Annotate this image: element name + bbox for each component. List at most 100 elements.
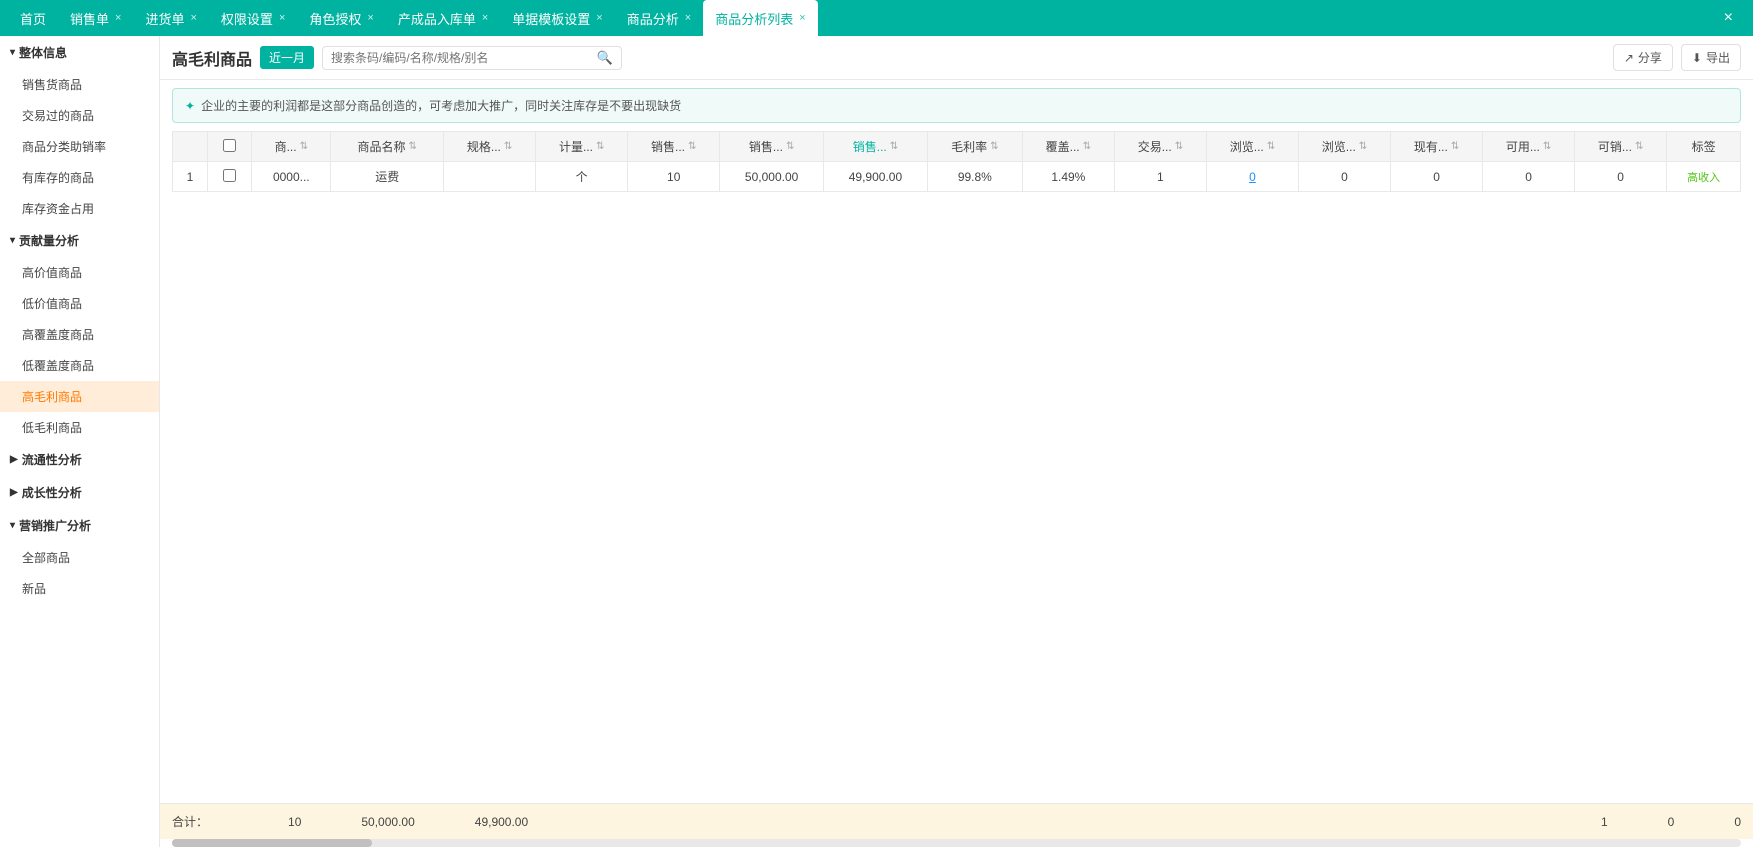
nav-home[interactable]: 首页 (8, 0, 58, 36)
col-name[interactable]: 商品名称 ⇅ (331, 132, 444, 162)
sidebar-group-contribution[interactable]: ▾ 贡献量分析 (0, 224, 159, 257)
cell-stock1: 0 (1391, 162, 1483, 192)
export-icon: ⬇ (1692, 51, 1702, 65)
sidebar-group-marketing[interactable]: ▾ 营销推广分析 (0, 509, 159, 542)
col-stock1[interactable]: 现有... ⇅ (1391, 132, 1483, 162)
nav-product-analysis[interactable]: 商品分析 × (615, 0, 703, 36)
sidebar-item-high-value[interactable]: 高价值商品 (0, 257, 159, 288)
col-unit-sort-icon: ⇅ (596, 141, 604, 152)
col-browse1[interactable]: 浏览... ⇅ (1206, 132, 1298, 162)
sidebar-item-new-goods[interactable]: 新品 (0, 573, 159, 604)
marketing-arrow-icon: ▾ (10, 520, 15, 531)
sidebar-group-growth[interactable]: ▶ 成长性分析 (0, 476, 159, 509)
col-gross-rate-sort-icon: ⇅ (990, 141, 998, 152)
search-icon[interactable]: 🔍 (597, 50, 613, 66)
content-header: 高毛利商品 近一月 🔍 ↗ 分享 ⬇ 导出 (160, 36, 1753, 80)
data-table: 商... ⇅ 商品名称 ⇅ 规格... (172, 131, 1741, 192)
nav-product-analysis-list-close[interactable]: × (799, 12, 805, 24)
search-box: 🔍 (322, 46, 622, 70)
export-button[interactable]: ⬇ 导出 (1681, 44, 1741, 71)
nav-sales-order-close[interactable]: × (115, 12, 121, 24)
share-button[interactable]: ↗ 分享 (1613, 44, 1673, 71)
footer-stock2: 0 (1734, 815, 1741, 829)
col-coverage[interactable]: 覆盖... ⇅ (1022, 132, 1114, 162)
footer-label: 合计： (172, 813, 208, 830)
nav-template-settings-close[interactable]: × (596, 12, 602, 24)
top-navigation: 首页 销售单 × 进货单 × 权限设置 × 角色授权 × 产成品入库单 × 单据… (0, 0, 1753, 36)
sidebar-item-low-coverage[interactable]: 低覆盖度商品 (0, 350, 159, 381)
col-stock2-sort-icon: ⇅ (1543, 141, 1551, 152)
col-tag[interactable]: 标签 (1667, 132, 1741, 162)
sidebar-item-low-value[interactable]: 低价值商品 (0, 288, 159, 319)
col-sales3[interactable]: 销售... ⇅ (824, 132, 928, 162)
cell-browse1[interactable]: 0 (1206, 162, 1298, 192)
sidebar-item-low-margin[interactable]: 低毛利商品 (0, 412, 159, 443)
col-transaction-sort-icon: ⇅ (1175, 141, 1183, 152)
nav-purchase-order-close[interactable]: × (190, 12, 196, 24)
nav-product-analysis-list[interactable]: 商品分析列表 × (703, 0, 817, 36)
col-sales1[interactable]: 销售... ⇅ (628, 132, 720, 162)
row-checkbox[interactable] (223, 169, 236, 182)
cell-code: 0000... (252, 162, 331, 192)
col-browse2[interactable]: 浏览... ⇅ (1298, 132, 1390, 162)
col-checkbox[interactable] (207, 132, 251, 162)
select-all-checkbox[interactable] (223, 139, 236, 152)
search-input[interactable] (331, 51, 597, 65)
nav-role-auth[interactable]: 角色授权 × (297, 0, 385, 36)
cell-sales3: 49,900.00 (824, 162, 928, 192)
sidebar: 《 ▾ 整体信息 销售货商品 交易过的商品 商品分类助销率 有库存的商品 库存资… (0, 36, 160, 847)
nav-template-settings[interactable]: 单据模板设置 × (500, 0, 614, 36)
scrollbar-thumb[interactable] (172, 839, 372, 847)
table-body: 1 0000... 运费 个 10 50,000.00 49,900.00 99… (173, 162, 1741, 192)
share-icon: ↗ (1624, 51, 1634, 65)
col-stock2[interactable]: 可用... ⇅ (1483, 132, 1575, 162)
sidebar-item-sales-goods[interactable]: 销售货商品 (0, 69, 159, 100)
sidebar-item-category-rate[interactable]: 商品分类助销率 (0, 131, 159, 162)
col-spec-sort-icon: ⇅ (504, 141, 512, 152)
table-header-row: 商... ⇅ 商品名称 ⇅ 规格... (173, 132, 1741, 162)
horizontal-scrollbar[interactable] (172, 839, 1741, 847)
window-close-button[interactable]: × (1712, 9, 1745, 27)
sidebar-group-circulation[interactable]: ▶ 流通性分析 (0, 443, 159, 476)
nav-permission-settings-close[interactable]: × (279, 12, 285, 24)
col-code[interactable]: 商... ⇅ (252, 132, 331, 162)
info-banner: ✦ 企业的主要的利润都是这部分商品创造的，可考虑加大推广，同时关注库存是不要出现… (172, 88, 1741, 123)
content-area: 高毛利商品 近一月 🔍 ↗ 分享 ⬇ 导出 ✦ 企业的主要的利润都是这部分商品创… (160, 36, 1753, 847)
sidebar-group-overall[interactable]: ▾ 整体信息 (0, 36, 159, 69)
nav-permission-settings[interactable]: 权限设置 × (209, 0, 297, 36)
col-browse2-sort-icon: ⇅ (1359, 141, 1367, 152)
col-gross-rate[interactable]: 毛利率 ⇅ (927, 132, 1022, 162)
col-stock3[interactable]: 可销... ⇅ (1575, 132, 1667, 162)
col-unit[interactable]: 计量... ⇅ (536, 132, 628, 162)
sidebar-item-stock-capital[interactable]: 库存资金占用 (0, 193, 159, 224)
col-browse1-sort-icon: ⇅ (1267, 141, 1275, 152)
cell-coverage: 1.49% (1022, 162, 1114, 192)
col-spec[interactable]: 规格... ⇅ (444, 132, 536, 162)
col-code-sort-icon: ⇅ (300, 141, 308, 152)
sidebar-item-all-goods[interactable]: 全部商品 (0, 542, 159, 573)
main-layout: 《 ▾ 整体信息 销售货商品 交易过的商品 商品分类助销率 有库存的商品 库存资… (0, 36, 1753, 847)
col-sales2[interactable]: 销售... ⇅ (720, 132, 824, 162)
cell-sales1: 10 (628, 162, 720, 192)
sidebar-item-in-stock[interactable]: 有库存的商品 (0, 162, 159, 193)
sidebar-item-high-margin[interactable]: 高毛利商品 (0, 381, 159, 412)
growth-arrow-icon: ▶ (10, 487, 18, 498)
nav-sales-order[interactable]: 销售单 × (58, 0, 133, 36)
col-transaction[interactable]: 交易... ⇅ (1114, 132, 1206, 162)
cell-checkbox[interactable] (207, 162, 251, 192)
cell-gross-rate: 99.8% (927, 162, 1022, 192)
filter-recent-month-button[interactable]: 近一月 (260, 46, 314, 69)
tag-high-income: 高收入 (1687, 172, 1720, 184)
nav-product-warehouse[interactable]: 产成品入库单 × (386, 0, 500, 36)
nav-product-warehouse-close[interactable]: × (482, 12, 488, 24)
sidebar-item-traded-goods[interactable]: 交易过的商品 (0, 100, 159, 131)
nav-role-auth-close[interactable]: × (367, 12, 373, 24)
sidebar-item-high-coverage[interactable]: 高覆盖度商品 (0, 319, 159, 350)
cell-name: 运费 (331, 162, 444, 192)
col-seq (173, 132, 208, 162)
cell-spec (444, 162, 536, 192)
nav-product-analysis-close[interactable]: × (685, 12, 691, 24)
footer-sales2: 50,000.00 (361, 815, 414, 829)
table-row: 1 0000... 运费 个 10 50,000.00 49,900.00 99… (173, 162, 1741, 192)
nav-purchase-order[interactable]: 进货单 × (133, 0, 208, 36)
